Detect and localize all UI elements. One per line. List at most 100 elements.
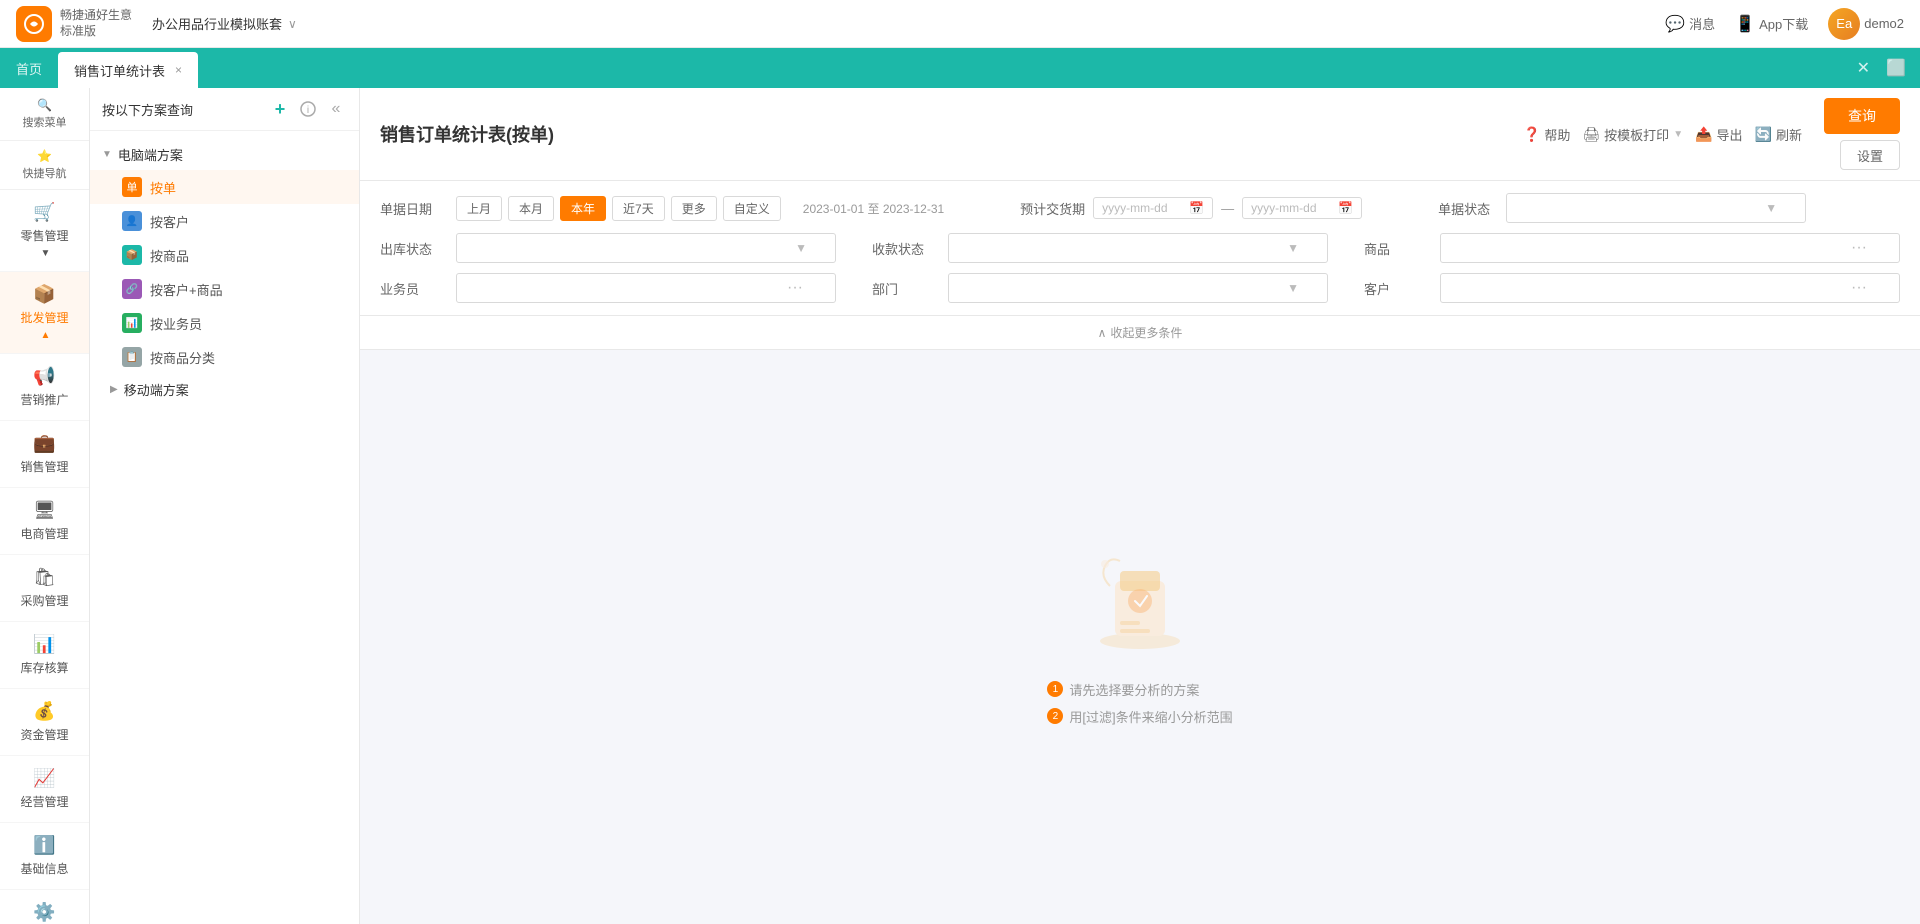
settings-btn[interactable]: 设置 (1840, 140, 1900, 170)
breadcrumb-arrow-icon[interactable]: ∨ (288, 17, 297, 31)
last-month-btn[interactable]: 上月 (456, 196, 502, 221)
tree-item-by-category[interactable]: 📋 按商品分类 (90, 340, 359, 374)
sidebar-quick-nav-btn[interactable]: ⭐ 快捷导航 (0, 141, 89, 190)
message-icon: 💬 (1665, 14, 1685, 34)
salesman-more-icon[interactable]: ··· (783, 279, 807, 297)
sidebar-marketing-icon: 📢 (33, 366, 55, 387)
expected-date-start-input[interactable]: yyyy-mm-dd 📅 (1093, 197, 1213, 219)
main-layout: 🔍 搜索菜单 ⭐ 快捷导航 🛒 零售管理 ▼ 📦 批发管理 ▲ 📢 营销推广 💼… (0, 88, 1920, 924)
out-status-dropdown-icon: ▼ (795, 241, 807, 255)
template-print-btn[interactable]: 🖨 按模板打印 ▼ (1582, 125, 1683, 144)
customer-filter-label: 客户 (1364, 279, 1424, 298)
content-area: 按以下方案查询 + i « ▼ 电脑端方案 (90, 88, 1920, 924)
tab-close-icon[interactable]: × (175, 63, 182, 77)
tab-maximize-icon[interactable]: ⬜ (1882, 54, 1910, 82)
sidebar-wholesale-icon: 📦 (33, 284, 55, 305)
salesman-select[interactable]: ··· (456, 273, 836, 303)
calendar-start-icon: 📅 (1189, 201, 1204, 215)
scheme-tree: ▼ 电脑端方案 单 按单 👤 按客户 📦 按商品 (90, 131, 359, 924)
query-btn[interactable]: 查询 (1824, 98, 1900, 134)
sidebar-item-operations[interactable]: 📈 经营管理 (0, 756, 89, 823)
customer-select[interactable]: ··· (1440, 273, 1900, 303)
tree-group-mobile-title[interactable]: ▶ 移动端方案 (90, 374, 359, 405)
tab-home[interactable]: 首页 (0, 48, 58, 88)
receipt-dropdown-icon: ▼ (1287, 241, 1299, 255)
tree-item-by-salesman[interactable]: 📊 按业务员 (90, 306, 359, 340)
tree-item-by-order[interactable]: 单 按单 (90, 170, 359, 204)
collapse-more-btn[interactable]: ∧ 收起更多条件 (360, 316, 1920, 350)
tip-1-num: 1 (1047, 681, 1063, 697)
sidebar-wholesale-arrow-icon: ▲ (41, 330, 51, 341)
sidebar-finance-icon: 💰 (33, 701, 55, 722)
date-range-separator: — (1221, 201, 1234, 216)
sidebar-item-sales[interactable]: 💼 销售管理 (0, 421, 89, 488)
sidebar-item-inventory[interactable]: 📊 库存核算 (0, 622, 89, 689)
tab-sales-order[interactable]: 销售订单统计表 × (58, 52, 198, 88)
status-select[interactable]: ▼ (1506, 193, 1806, 223)
this-year-btn[interactable]: 本年 (560, 196, 606, 221)
page-title: 销售订单统计表(按单) (380, 121, 554, 147)
user-profile[interactable]: Ea demo2 (1828, 8, 1904, 40)
tree-item-by-product[interactable]: 📦 按商品 (90, 238, 359, 272)
empty-illustration (1080, 541, 1200, 664)
app-download-btn[interactable]: 📱 App下载 (1735, 14, 1808, 34)
dept-dropdown-icon: ▼ (1287, 281, 1299, 295)
sidebar-item-purchase[interactable]: 🛍 采购管理 (0, 555, 89, 622)
sidebar-item-wholesale[interactable]: 📦 批发管理 ▲ (0, 272, 89, 354)
refresh-btn[interactable]: 🔄 刷新 (1755, 125, 1802, 144)
left-panel: 按以下方案查询 + i « ▼ 电脑端方案 (90, 88, 360, 924)
this-month-btn[interactable]: 本月 (508, 196, 554, 221)
tab-sales-order-label: 销售订单统计表 (74, 61, 165, 80)
customer-more-icon[interactable]: ··· (1847, 279, 1871, 297)
product-select[interactable]: ··· (1440, 233, 1900, 263)
page-actions: ❓ 帮助 🖨 按模板打印 ▼ 📤 导出 🔄 刷新 (1523, 98, 1900, 170)
edit-scheme-btn[interactable]: i (297, 98, 319, 120)
sidebar-item-retail[interactable]: 🛒 零售管理 ▼ (0, 190, 89, 272)
breadcrumb[interactable]: 办公用品行业模拟账套 ∨ (132, 14, 1665, 33)
by-salesman-icon: 📊 (122, 313, 142, 333)
salesman-label: 业务员 (380, 279, 440, 298)
expected-date-label: 预计交货期 (1020, 199, 1085, 218)
right-content: 销售订单统计表(按单) ❓ 帮助 🖨 按模板打印 ▼ 📤 导出 (360, 88, 1920, 924)
sidebar-item-finance[interactable]: 💰 资金管理 (0, 689, 89, 756)
more-period-btn[interactable]: 更多 (671, 196, 717, 221)
sidebar-item-marketing[interactable]: 📢 营销推广 (0, 354, 89, 421)
message-btn[interactable]: 💬 消息 (1665, 14, 1715, 34)
department-label: 部门 (872, 279, 932, 298)
empty-tips: 1 请先选择要分析的方案 2 用[过滤]条件来缩小分析范围 (1047, 680, 1232, 734)
last7days-btn[interactable]: 近7天 (612, 196, 665, 221)
sidebar-item-basic[interactable]: ℹ️ 基础信息 (0, 823, 89, 890)
bookmark-icon: ⭐ (37, 149, 52, 163)
out-status-select[interactable]: ▼ (456, 233, 836, 263)
status-dropdown-icon: ▼ (1765, 201, 1777, 215)
collapse-panel-btn[interactable]: « (325, 98, 347, 120)
left-panel-header: 按以下方案查询 + i « (90, 88, 359, 131)
tab-close-window-icon[interactable]: ✕ (1853, 54, 1874, 82)
receipt-status-select[interactable]: ▼ (948, 233, 1328, 263)
add-scheme-btn[interactable]: + (269, 98, 291, 120)
product-more-icon[interactable]: ··· (1847, 239, 1871, 257)
tree-item-by-customer[interactable]: 👤 按客户 (90, 204, 359, 238)
by-product-icon: 📦 (122, 245, 142, 265)
tab-home-label: 首页 (16, 59, 42, 78)
sidebar-retail-arrow-icon: ▼ (41, 248, 51, 259)
empty-tip-1: 1 请先选择要分析的方案 (1047, 680, 1232, 699)
date-label: 单据日期 (380, 199, 440, 218)
sidebar-basic-icon: ℹ️ (33, 835, 55, 856)
tree-item-by-customer-product[interactable]: 🔗 按客户+商品 (90, 272, 359, 306)
app-logo (16, 6, 52, 42)
tab-bar-actions: ✕ ⬜ (1853, 54, 1920, 82)
receipt-status-label: 收款状态 (872, 239, 932, 258)
sidebar-item-ecommerce[interactable]: 🖥 电商管理 (0, 488, 89, 555)
status-label: 单据状态 (1438, 199, 1498, 218)
help-btn[interactable]: ❓ 帮助 (1523, 125, 1570, 144)
department-select[interactable]: ▼ (948, 273, 1328, 303)
custom-period-btn[interactable]: 自定义 (723, 196, 781, 221)
expected-date-end-input[interactable]: yyyy-mm-dd 📅 (1242, 197, 1362, 219)
tree-group-pc-title[interactable]: ▼ 电脑端方案 (90, 139, 359, 170)
tree-group-pc: ▼ 电脑端方案 单 按单 👤 按客户 📦 按商品 (90, 139, 359, 374)
sidebar-item-system[interactable]: ⚙️ 系统管理 (0, 890, 89, 924)
export-btn[interactable]: 📤 导出 (1695, 125, 1742, 144)
sidebar-search-btn[interactable]: 🔍 搜索菜单 (0, 88, 89, 141)
empty-state: 1 请先选择要分析的方案 2 用[过滤]条件来缩小分析范围 (360, 350, 1920, 924)
